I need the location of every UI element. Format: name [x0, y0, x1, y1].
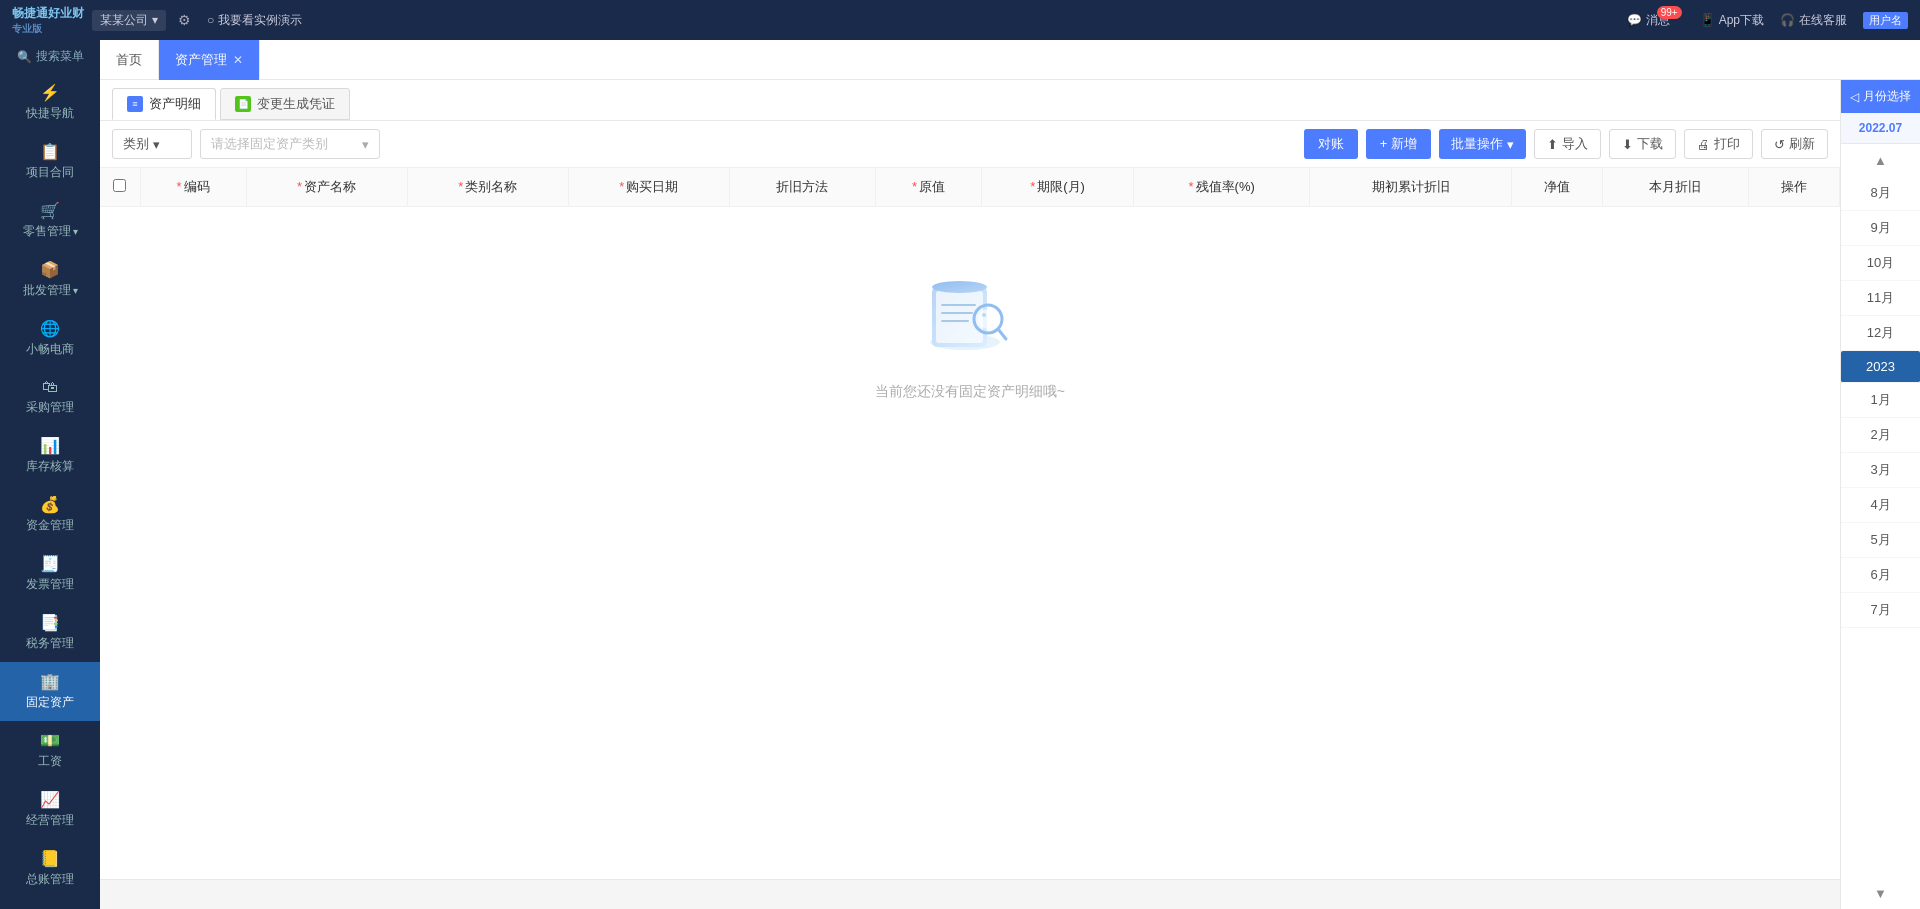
bottom-bar: [100, 879, 1840, 909]
settings-icon[interactable]: ⚙: [178, 12, 191, 28]
col-operation: 操作: [1748, 168, 1839, 207]
asset-table: *编码 *资产名称 *类别名称 *购买日期 折旧方法 *原值 *期限(月) *残…: [100, 168, 1840, 461]
month-item-6[interactable]: 6月: [1841, 558, 1920, 593]
sidebar-item-quick-nav[interactable]: ⚡ 快捷导航: [0, 73, 100, 132]
month-panel: ◁ 月份选择 2022.07 ▲ 8月 9月 10月 11月 12月 2023 …: [1840, 80, 1920, 909]
sidebar-item-retail[interactable]: 🛒 零售管理 ▾: [0, 191, 100, 250]
sidebar-item-operations[interactable]: 📈 经营管理: [0, 780, 100, 839]
month-item-5[interactable]: 5月: [1841, 523, 1920, 558]
col-checkbox: [100, 168, 140, 207]
months-list: 8月 9月 10月 11月 12月 2023 1月 2月 3月 4月 5月 6月…: [1841, 176, 1920, 877]
app-logo: 畅捷通好业财 专业版: [12, 5, 84, 36]
top-bar: 畅捷通好业财 专业版 某某公司 ▾ ⚙ ○ 我要看实例演示 💬 消息 99+ 📱…: [0, 0, 1920, 40]
demo-link[interactable]: ○ 我要看实例演示: [207, 12, 302, 29]
page-content: ≡ 资产明细 📄 变更生成凭证 类别 ▾: [100, 80, 1920, 909]
content-area: 首页 资产管理 ✕ ≡ 资产明细 📄 变更生成凭证: [100, 40, 1920, 909]
select-all-checkbox[interactable]: [113, 179, 126, 192]
print-button[interactable]: 🖨 打印: [1684, 129, 1753, 159]
refresh-button[interactable]: ↺ 刷新: [1761, 129, 1828, 159]
month-down-arrow[interactable]: ▼: [1871, 883, 1891, 903]
tab-asset-management[interactable]: 资产管理 ✕: [159, 40, 260, 80]
col-purchase-date: *购买日期: [568, 168, 729, 207]
toolbar: 类别 ▾ 请选择固定资产类别 ▾ 对账 + 新增: [100, 121, 1840, 168]
tab-close-icon[interactable]: ✕: [233, 53, 243, 67]
app-download-button[interactable]: 📱 App下载: [1700, 12, 1764, 29]
tab-home[interactable]: 首页: [100, 40, 159, 80]
month-item-12[interactable]: 12月: [1841, 316, 1920, 351]
sidebar-item-ecommerce[interactable]: 🌐 小畅电商: [0, 309, 100, 368]
toolbar-actions: 对账 + 新增 批量操作 ▾ ⬆ 导入: [1304, 129, 1828, 159]
col-accumulated-depreciation: 期初累计折旧: [1310, 168, 1511, 207]
sidebar-item-finance[interactable]: 💰 资金管理: [0, 485, 100, 544]
svg-line-9: [998, 329, 1006, 339]
col-period: *期限(月): [982, 168, 1134, 207]
col-name: *资产名称: [246, 168, 407, 207]
col-original-value: *原值: [876, 168, 982, 207]
sidebar-item-basic-info[interactable]: ℹ 基础信息: [0, 898, 100, 909]
sidebar-item-salary[interactable]: 💵 工资: [0, 721, 100, 780]
month-item-4[interactable]: 4月: [1841, 488, 1920, 523]
reconcile-button[interactable]: 对账: [1304, 129, 1358, 159]
empty-icon: [910, 267, 1030, 367]
nav-tabs: 首页 资产管理 ✕: [100, 40, 1920, 80]
svg-rect-2: [936, 291, 983, 343]
main-panel: ≡ 资产明细 📄 变更生成凭证 类别 ▾: [100, 80, 1840, 909]
online-service-button[interactable]: 🎧 在线客服: [1780, 12, 1847, 29]
batch-button[interactable]: 批量操作 ▾: [1439, 129, 1526, 159]
download-button[interactable]: ⬇ 下载: [1609, 129, 1676, 159]
import-button[interactable]: ⬆ 导入: [1534, 129, 1601, 159]
svg-point-8: [978, 309, 998, 329]
table-container: *编码 *资产名称 *类别名称 *购买日期 折旧方法 *原值 *期限(月) *残…: [100, 168, 1840, 879]
sidebar-item-purchase[interactable]: 🛍 采购管理: [0, 368, 100, 426]
sidebar-item-fixed-assets[interactable]: 🏢 固定资产: [0, 662, 100, 721]
sub-tab-change-voucher[interactable]: 📄 变更生成凭证: [220, 88, 350, 120]
col-residual-rate: *残值率(%): [1133, 168, 1309, 207]
doc-icon: 📄: [235, 96, 251, 112]
sidebar-item-project[interactable]: 📋 项目合同: [0, 132, 100, 191]
month-item-8[interactable]: 8月: [1841, 176, 1920, 211]
month-item-1[interactable]: 1月: [1841, 383, 1920, 418]
category-select[interactable]: 请选择固定资产类别 ▾: [200, 129, 380, 159]
top-bar-right: 💬 消息 99+ 📱 App下载 🎧 在线客服 用户名: [1627, 12, 1908, 29]
sidebar-item-invoice[interactable]: 🧾 发票管理: [0, 544, 100, 603]
col-code: *编码: [140, 168, 246, 207]
user-menu[interactable]: 用户名: [1863, 12, 1908, 29]
month-item-3[interactable]: 3月: [1841, 453, 1920, 488]
month-panel-year[interactable]: 2022.07: [1841, 113, 1920, 144]
month-item-2[interactable]: 2月: [1841, 418, 1920, 453]
sidebar-item-general-ledger[interactable]: 📒 总账管理: [0, 839, 100, 898]
month-item-10[interactable]: 10月: [1841, 246, 1920, 281]
col-category: *类别名称: [407, 168, 568, 207]
main-layout: 🔍 搜索菜单 ⚡ 快捷导航 📋 项目合同 🛒 零售管理 ▾ 📦 批发管理 ▾ 🌐…: [0, 40, 1920, 909]
year-badge-2023: 2023: [1841, 351, 1920, 383]
category-label: 类别 ▾: [112, 129, 192, 159]
add-button[interactable]: + 新增: [1366, 129, 1431, 159]
month-nav-down[interactable]: ▼: [1841, 877, 1920, 909]
empty-state: 当前您还没有固定资产明细哦~: [100, 207, 1840, 461]
month-panel-collapse[interactable]: ◁ 月份选择: [1841, 80, 1920, 113]
month-item-7[interactable]: 7月: [1841, 593, 1920, 628]
sub-tab-asset-detail[interactable]: ≡ 资产明细: [112, 88, 216, 120]
col-net-value: 净值: [1511, 168, 1602, 207]
sidebar: 🔍 搜索菜单 ⚡ 快捷导航 📋 项目合同 🛒 零售管理 ▾ 📦 批发管理 ▾ 🌐…: [0, 40, 100, 909]
svg-point-10: [982, 313, 986, 317]
sidebar-item-inventory[interactable]: 📊 库存核算: [0, 426, 100, 485]
company-selector[interactable]: 某某公司 ▾: [92, 10, 166, 31]
col-monthly-depreciation: 本月折旧: [1602, 168, 1748, 207]
sidebar-search[interactable]: 🔍 搜索菜单: [0, 40, 100, 73]
month-nav-up[interactable]: ▲: [1841, 144, 1920, 176]
col-depreciation-method: 折旧方法: [729, 168, 875, 207]
month-up-arrow[interactable]: ▲: [1871, 150, 1891, 170]
sidebar-item-wholesale[interactable]: 📦 批发管理 ▾: [0, 250, 100, 309]
category-filter: 类别 ▾ 请选择固定资产类别 ▾: [112, 129, 380, 159]
month-item-11[interactable]: 11月: [1841, 281, 1920, 316]
month-item-9[interactable]: 9月: [1841, 211, 1920, 246]
sub-tabs: ≡ 资产明细 📄 变更生成凭证: [100, 80, 1840, 121]
list-icon: ≡: [127, 96, 143, 112]
message-badge: 99+: [1657, 6, 1682, 19]
sidebar-item-tax[interactable]: 📑 税务管理: [0, 603, 100, 662]
empty-text: 当前您还没有固定资产明细哦~: [875, 383, 1065, 401]
svg-point-3: [932, 281, 987, 293]
message-button[interactable]: 💬 消息 99+: [1627, 12, 1670, 29]
